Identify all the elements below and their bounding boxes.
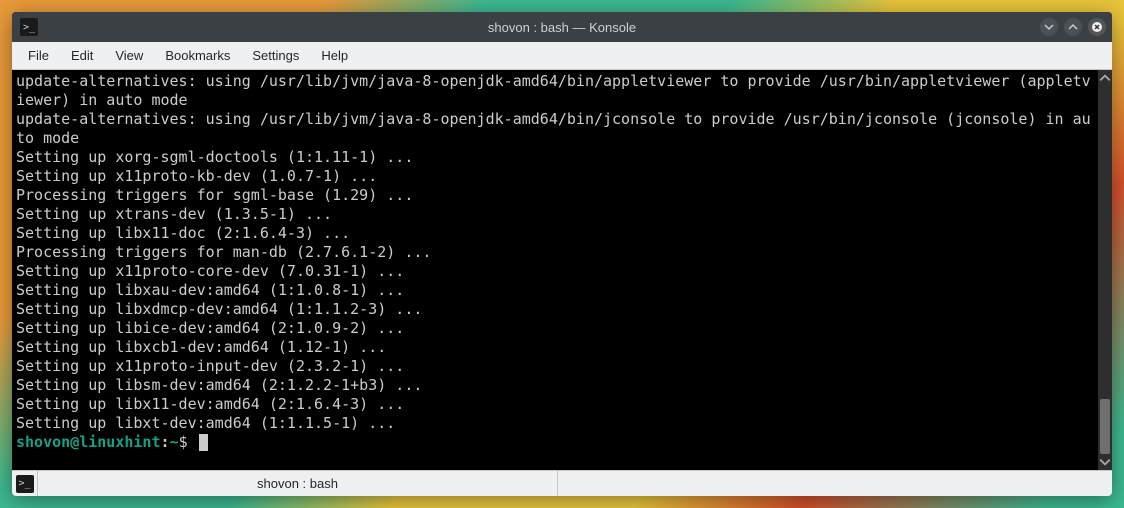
- menubar: File Edit View Bookmarks Settings Help: [12, 42, 1112, 70]
- new-tab-button[interactable]: >_: [12, 471, 38, 496]
- menu-file[interactable]: File: [18, 44, 59, 67]
- menu-help[interactable]: Help: [311, 44, 358, 67]
- terminal-output[interactable]: update-alternatives: using /usr/lib/jvm/…: [12, 70, 1098, 470]
- cursor: [199, 434, 208, 451]
- scrollbar[interactable]: [1098, 70, 1112, 470]
- maximize-button[interactable]: [1064, 18, 1082, 36]
- close-icon: [1092, 22, 1102, 32]
- menu-view[interactable]: View: [105, 44, 153, 67]
- scroll-up-icon[interactable]: [1099, 72, 1111, 84]
- tab-label: shovon : bash: [257, 476, 338, 491]
- terminal-icon: >_: [16, 475, 34, 493]
- scrollbar-thumb[interactable]: [1100, 399, 1110, 454]
- konsole-window: >_ shovon : bash — Konsole File Edit Vie…: [12, 12, 1112, 496]
- window-controls: [1040, 18, 1106, 36]
- app-icon: >_: [20, 18, 38, 36]
- terminal-area: update-alternatives: using /usr/lib/jvm/…: [12, 70, 1112, 470]
- menu-settings[interactable]: Settings: [242, 44, 309, 67]
- titlebar[interactable]: >_ shovon : bash — Konsole: [12, 12, 1112, 42]
- tabbar: >_ shovon : bash: [12, 470, 1112, 496]
- tab-active[interactable]: shovon : bash: [38, 471, 558, 496]
- close-button[interactable]: [1088, 18, 1106, 36]
- minimize-button[interactable]: [1040, 18, 1058, 36]
- window-title: shovon : bash — Konsole: [12, 20, 1112, 35]
- scrollbar-track[interactable]: [1100, 86, 1110, 454]
- menu-bookmarks[interactable]: Bookmarks: [155, 44, 240, 67]
- chevron-up-icon: [1068, 22, 1078, 32]
- chevron-down-icon: [1044, 22, 1054, 32]
- menu-edit[interactable]: Edit: [61, 44, 103, 67]
- scroll-down-icon[interactable]: [1099, 456, 1111, 468]
